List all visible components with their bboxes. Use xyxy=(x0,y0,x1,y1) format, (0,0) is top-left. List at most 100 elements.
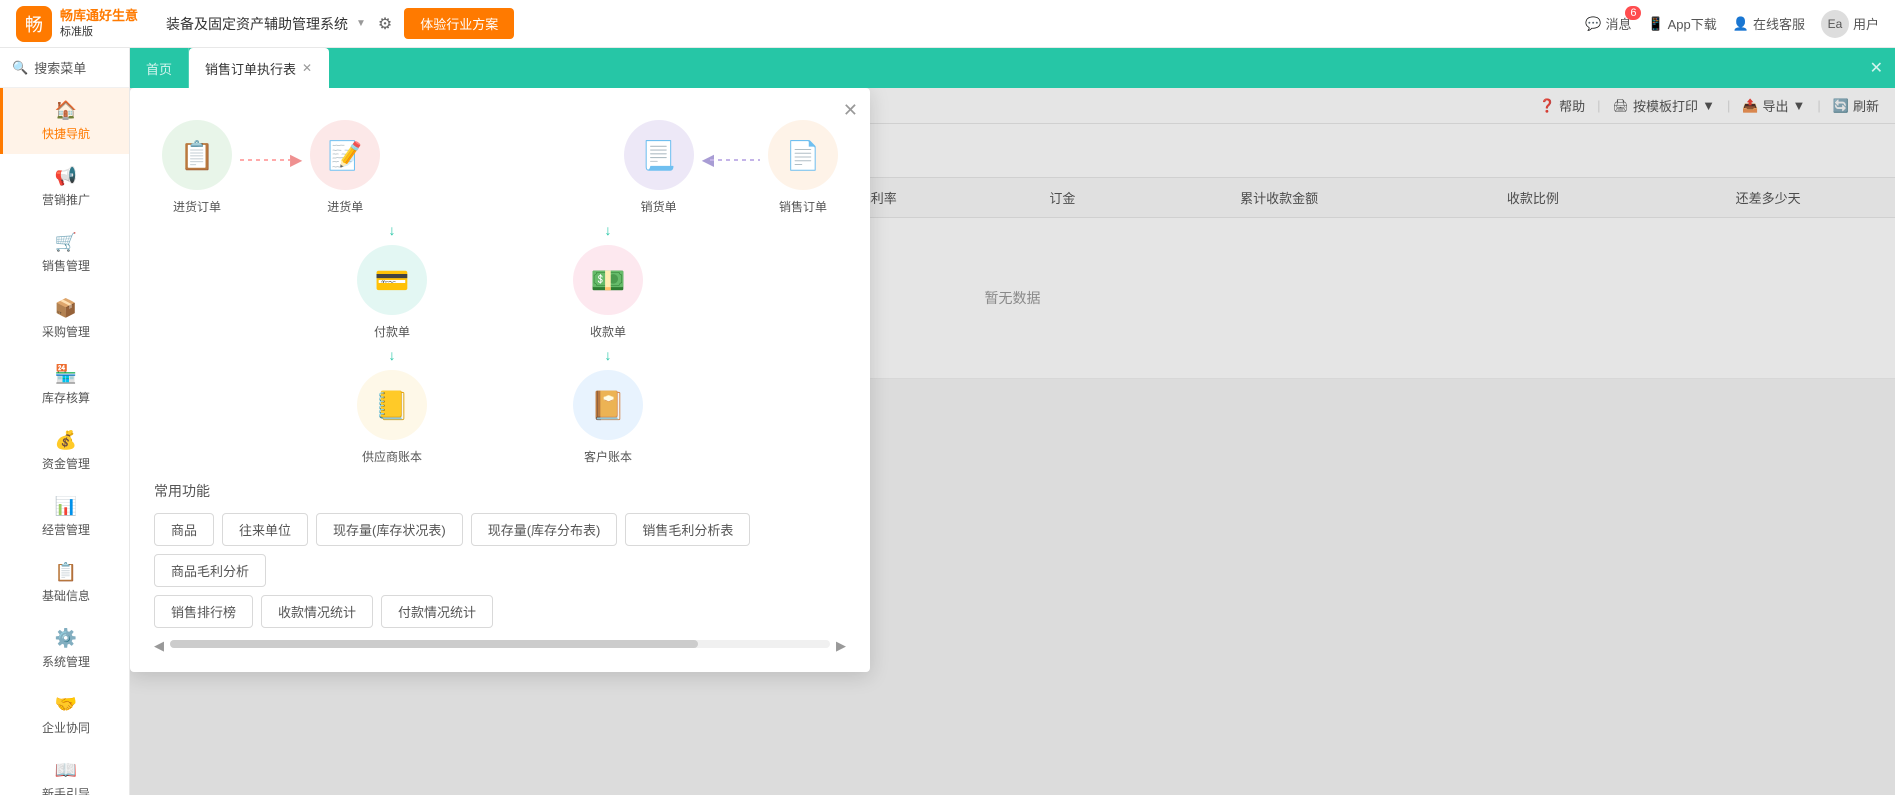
content-area: 首页 销售订单执行表 ✕ ✕ ❓ 帮助 | xyxy=(130,48,1895,795)
flow-node-purchase-order[interactable]: 📋 进货订单 xyxy=(154,112,240,223)
sidebar-item-finance[interactable]: 💰 资金管理 xyxy=(0,418,129,484)
customer-ledger-circle: 📔 xyxy=(573,370,643,440)
scroll-right-btn[interactable]: ▶ xyxy=(836,638,846,654)
sidebar-item-sales[interactable]: 🛒 销售管理 xyxy=(0,220,129,286)
sidebar-item-inventory[interactable]: 🏪 库存核算 xyxy=(0,352,129,418)
gear-icon[interactable]: ⚙ xyxy=(378,14,392,34)
tab-bar-close-btn[interactable]: ✕ xyxy=(1858,58,1895,78)
cf-btn-receipt-stat[interactable]: 收款情况统计 xyxy=(261,595,373,628)
cf-buttons: 商品 往来单位 现存量(库存状况表) 现存量(库存分布表) 销售毛利分析表 商品… xyxy=(154,513,846,587)
sales-order-icon: 📄 xyxy=(786,139,821,172)
finance-icon: 💰 xyxy=(55,430,77,451)
flow-node-purchase-bill[interactable]: 📝 进货单 xyxy=(302,112,388,223)
sidebar-nav: 🏠 快捷导航 📢 营销推广 🛒 销售管理 📦 采购管理 🏪 库存核 xyxy=(0,88,129,795)
flow-node-customer-ledger[interactable]: 📔 客户账本 xyxy=(565,362,651,473)
sales-bill-icon: 📃 xyxy=(641,139,676,172)
sidebar-item-purchase[interactable]: 📦 采购管理 xyxy=(0,286,129,352)
payment-label: 付款单 xyxy=(374,323,410,340)
receipt-circle: 💵 xyxy=(573,245,643,315)
purchase-icon: 📦 xyxy=(55,298,77,319)
cf-btn-partner[interactable]: 往来单位 xyxy=(222,513,308,546)
sidebar-item-marketing[interactable]: 📢 营销推广 xyxy=(0,154,129,220)
flow-node-supplier-ledger[interactable]: 📒 供应商账本 xyxy=(349,362,435,473)
customer-service-action[interactable]: 👤 在线客服 xyxy=(1733,14,1805,33)
cf-btn-stock-dist[interactable]: 现存量(库存分布表) xyxy=(471,513,618,546)
message-action[interactable]: 💬 消息 6 xyxy=(1585,14,1631,33)
app-download-icon: 📱 xyxy=(1647,16,1663,32)
scrollbar-thumb xyxy=(170,640,698,648)
system-title-dropdown[interactable]: ▼ xyxy=(356,18,366,29)
cf-btn-goods-margin[interactable]: 商品毛利分析 xyxy=(154,554,266,587)
marketing-icon: 📢 xyxy=(55,166,77,187)
purchase-bill-icon: 📝 xyxy=(328,139,363,172)
enterprise-icon: 🤝 xyxy=(55,694,77,715)
purchase-order-label: 进货订单 xyxy=(173,198,221,215)
sidebar-item-system[interactable]: ⚙️ 系统管理 xyxy=(0,616,129,682)
supplier-ledger-label: 供应商账本 xyxy=(362,448,422,465)
sidebar-item-basic-info[interactable]: 📋 基础信息 xyxy=(0,550,129,616)
newbie-icon: 📖 xyxy=(55,760,77,781)
sidebar-item-operation[interactable]: 📊 经营管理 xyxy=(0,484,129,550)
cf-btn-payment-stat[interactable]: 付款情况统计 xyxy=(381,595,493,628)
flow-node-sales-order[interactable]: 📄 销售订单 xyxy=(760,112,846,223)
quick-popup: ✕ 📋 进货订单 xyxy=(130,88,870,672)
receipt-label: 收款单 xyxy=(590,323,626,340)
cf-buttons-row2: 销售排行榜 收款情况统计 付款情况统计 xyxy=(154,595,846,628)
purchase-bill-label: 进货单 xyxy=(327,198,363,215)
sales-order-circle: 📄 xyxy=(768,120,838,190)
payment-circle: 💳 xyxy=(357,245,427,315)
operation-icon: 📊 xyxy=(55,496,77,517)
popup-close-btn[interactable]: ✕ xyxy=(843,100,858,121)
popup-scrollbar[interactable] xyxy=(170,640,830,648)
purchase-order-icon: 📋 xyxy=(180,139,215,172)
app-download-action[interactable]: 📱 App下载 xyxy=(1647,14,1716,33)
sidebar-item-enterprise[interactable]: 🤝 企业协同 xyxy=(0,682,129,748)
receipt-icon: 💵 xyxy=(591,264,626,297)
tab-sales-order-exec[interactable]: 销售订单执行表 ✕ xyxy=(189,48,329,88)
sales-icon: 🛒 xyxy=(55,232,77,253)
customer-ledger-label: 客户账本 xyxy=(584,448,632,465)
avatar: Ea xyxy=(1821,10,1849,38)
tab-bar: 首页 销售订单执行表 ✕ ✕ xyxy=(130,48,1895,88)
tab-close-icon[interactable]: ✕ xyxy=(302,61,312,75)
cf-btn-goods[interactable]: 商品 xyxy=(154,513,214,546)
try-btn[interactable]: 体验行业方案 xyxy=(404,8,514,39)
search-icon: 🔍 xyxy=(12,60,28,76)
logo-text: 畅库通好生意 标准版 xyxy=(60,8,138,39)
system-title: 装备及固定资产辅助管理系统 xyxy=(166,14,348,34)
message-icon: 💬 xyxy=(1585,16,1601,32)
sidebar-item-newbie[interactable]: 📖 新手引导 xyxy=(0,748,129,795)
user-action[interactable]: Ea 用户 xyxy=(1821,10,1879,38)
popup-overlay[interactable]: ✕ 📋 进货订单 xyxy=(130,88,1895,795)
quick-nav-icon: 🏠 xyxy=(55,100,77,121)
cf-title: 常用功能 xyxy=(154,481,846,501)
flow-node-receipt[interactable]: 💵 收款单 xyxy=(565,237,651,348)
logo-icon: 畅 xyxy=(16,6,52,42)
header-actions: 💬 消息 6 📱 App下载 👤 在线客服 Ea 用户 xyxy=(1585,10,1879,38)
system-title-area: 装备及固定资产辅助管理系统 ▼ xyxy=(166,14,366,34)
customer-ledger-icon: 📔 xyxy=(591,389,626,422)
supplier-ledger-icon: 📒 xyxy=(375,389,410,422)
basic-info-icon: 📋 xyxy=(55,562,77,583)
sidebar-item-quick-nav[interactable]: 🏠 快捷导航 xyxy=(0,88,129,154)
inventory-icon: 🏪 xyxy=(55,364,77,385)
flow-node-sales-bill[interactable]: 📃 销货单 xyxy=(616,112,702,223)
purchase-order-circle: 📋 xyxy=(162,120,232,190)
sales-bill-label: 销货单 xyxy=(641,198,677,215)
purchase-bill-circle: 📝 xyxy=(310,120,380,190)
common-functions: 常用功能 商品 往来单位 现存量(库存状况表) 现存量(库存分布表) 销售毛利分… xyxy=(154,481,846,628)
cf-btn-sales-margin[interactable]: 销售毛利分析表 xyxy=(625,513,750,546)
scroll-left-btn[interactable]: ◀ xyxy=(154,638,164,654)
sidebar-search[interactable]: 🔍 搜索菜单 xyxy=(0,48,129,88)
cf-btn-stock-status[interactable]: 现存量(库存状况表) xyxy=(316,513,463,546)
cf-btn-sales-rank[interactable]: 销售排行榜 xyxy=(154,595,253,628)
tab-home[interactable]: 首页 xyxy=(130,48,189,88)
message-badge: 6 xyxy=(1625,6,1641,20)
popup-scrollbar-wrap: ◀ ▶ xyxy=(170,640,830,648)
sales-order-label: 销售订单 xyxy=(779,198,827,215)
logo-area: 畅 畅库通好生意 标准版 xyxy=(16,6,146,42)
flow-node-payment[interactable]: 💳 付款单 xyxy=(349,237,435,348)
system-icon: ⚙️ xyxy=(55,628,77,649)
page-content: ❓ 帮助 | 🖨 按模板打印 ▼ | 📤 导出 ▼ | xyxy=(130,88,1895,795)
supplier-ledger-circle: 📒 xyxy=(357,370,427,440)
